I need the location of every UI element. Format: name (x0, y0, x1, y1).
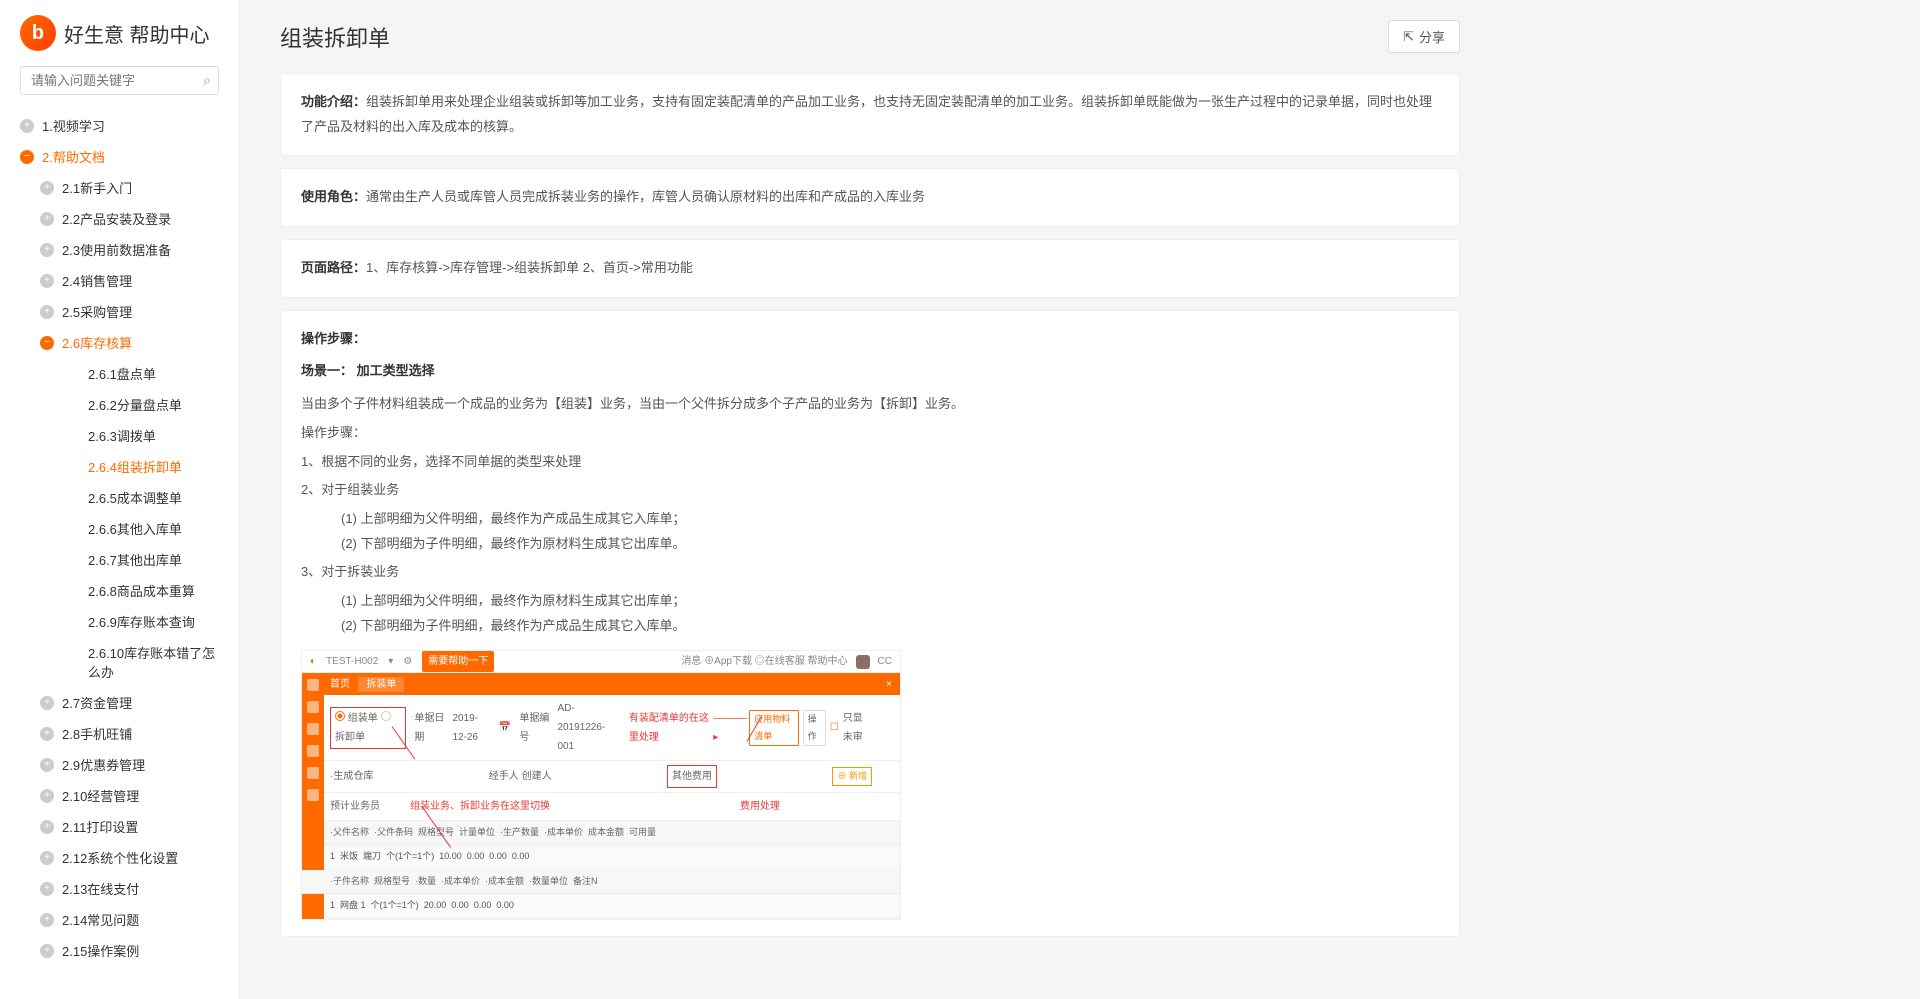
nav-266[interactable]: 2.6.6其他入库单 (70, 513, 229, 544)
step-3-1: (1) 上部明细为父件明细，最终作为原材料生成其它出库单； (301, 589, 1439, 614)
nav-menu: +1.视频学习 −2.帮助文档 +2.1新手入门 +2.2产品安装及登录 +2.… (0, 110, 239, 966)
ss-child-row1: 1 网盘 1 个(1个=1个) 20.00 0.00 0.00 0.00 (302, 894, 900, 918)
ss-parent-row: 1 米饭 端刀 个(1个=1个) 10.00 0.00 0.00 0.00 (302, 845, 900, 869)
step-2: 2、对于组装业务 (301, 478, 1439, 503)
nav-261[interactable]: 2.6.1盘点单 (70, 358, 229, 389)
nav-269[interactable]: 2.6.9库存账本查询 (70, 606, 229, 637)
plus-icon: + (40, 696, 54, 710)
ss-tabs: 首页 拆装单 × (302, 673, 900, 695)
minus-icon: − (40, 336, 54, 350)
plus-icon: + (40, 305, 54, 319)
step-2-1: (1) 上部明细为父件明细，最终作为产成品生成其它入库单； (301, 507, 1439, 532)
nav-2610[interactable]: 2.6.10库存账本错了怎么办 (70, 637, 229, 687)
logo-icon: b (20, 15, 56, 51)
role-card: 使用角色：通常由生产人员或库管人员完成拆装业务的操作，库管人员确认原材料的出库和… (280, 168, 1460, 227)
page-title: 组装拆卸单 (280, 21, 390, 53)
nav-265[interactable]: 2.6.5成本调整单 (70, 482, 229, 513)
embedded-screenshot: ◐ TEST-H002 ▾⚙ 需要帮助一下 消息 ⊕App下载 ◎在线客服 帮助… (301, 650, 901, 920)
page-header: 组装拆卸单 ⇱ 分享 (280, 20, 1460, 53)
plus-icon: + (40, 851, 54, 865)
ss-form-row3: 预计业务员 组装业务、拆卸业务在这里切换 费用处理 (302, 793, 900, 821)
plus-icon: + (20, 119, 34, 133)
logo: b 好生意 帮助中心 (0, 15, 239, 66)
plus-icon: + (40, 181, 54, 195)
path-card: 页面路径：1、库存核算->库存管理->组装拆卸单 2、首页->常用功能 (280, 239, 1460, 298)
search-input[interactable] (20, 66, 219, 95)
plus-icon: + (40, 243, 54, 257)
nav-263[interactable]: 2.6.3调拨单 (70, 420, 229, 451)
plus-icon: + (40, 913, 54, 927)
step-3: 3、对于拆装业务 (301, 560, 1439, 585)
plus-icon: + (40, 758, 54, 772)
sidebar: b 好生意 帮助中心 ⌕ +1.视频学习 −2.帮助文档 +2.1新手入门 +2… (0, 0, 240, 999)
step-3-2: (2) 下部明细为子件明细，最终作为产成品生成其它入库单。 (301, 614, 1439, 639)
share-icon: ⇱ (1403, 29, 1414, 45)
nav-system[interactable]: +2.12系统个性化设置 (30, 842, 229, 873)
nav-inventory[interactable]: −2.6库存核算 (30, 327, 229, 358)
ss-form-row2: ·生成仓库 经手人 创建人 其他费用 ⊕ 新增 (302, 761, 900, 793)
intro-label: 功能介绍： (301, 94, 366, 109)
share-button[interactable]: ⇱ 分享 (1388, 20, 1460, 53)
nav-business[interactable]: +2.10经营管理 (30, 780, 229, 811)
path-label: 页面路径： (301, 260, 366, 275)
steps-title: 操作步骤： (301, 327, 1439, 352)
nav-cases[interactable]: +2.15操作案例 (30, 935, 229, 966)
steps-label: 操作步骤： (301, 421, 1439, 446)
nav-print[interactable]: +2.11打印设置 (30, 811, 229, 842)
nav-268[interactable]: 2.6.8商品成本重算 (70, 575, 229, 606)
nav-install[interactable]: +2.2产品安装及登录 (30, 203, 229, 234)
path-text: 1、库存核算->库存管理->组装拆卸单 2、首页->常用功能 (366, 260, 693, 275)
plus-icon: + (40, 727, 54, 741)
search-box: ⌕ (20, 66, 219, 95)
scene1-desc: 当由多个子件材料组装成一个成品的业务为【组装】业务，当由一个父件拆分成多个子产品… (301, 392, 1439, 417)
logo-text: 好生意 帮助中心 (64, 19, 210, 48)
role-text: 通常由生产人员或库管人员完成拆装业务的操作，库管人员确认原材料的出库和产成品的入… (366, 189, 925, 204)
step-2-2: (2) 下部明细为子件明细，最终作为原材料生成其它出库单。 (301, 532, 1439, 557)
nav-262[interactable]: 2.6.2分量盘点单 (70, 389, 229, 420)
search-icon[interactable]: ⌕ (203, 72, 211, 89)
scene1-title: 场景一： 加工类型选择 (301, 359, 1439, 384)
nav-267[interactable]: 2.6.7其他出库单 (70, 544, 229, 575)
steps-card: 操作步骤： 场景一： 加工类型选择 当由多个子件材料组装成一个成品的业务为【组装… (280, 310, 1460, 938)
nav-beginner[interactable]: +2.1新手入门 (30, 172, 229, 203)
step-1: 1、根据不同的业务，选择不同单据的类型来处理 (301, 450, 1439, 475)
plus-icon: + (40, 212, 54, 226)
main-content: 组装拆卸单 ⇱ 分享 功能介绍：组装拆卸单用来处理企业组装或拆卸等加工业务，支持… (240, 0, 1500, 999)
nav-sales[interactable]: +2.4销售管理 (30, 265, 229, 296)
ss-topbar: ◐ TEST-H002 ▾⚙ 需要帮助一下 消息 ⊕App下载 ◎在线客服 帮助… (302, 651, 900, 673)
nav-data-prep[interactable]: +2.3使用前数据准备 (30, 234, 229, 265)
ss-child-row2: 2 网盘 2 个(1个=1个) 30.00 0.00 0.00 0.00 (302, 918, 900, 921)
plus-icon: + (40, 882, 54, 896)
nav-mobile[interactable]: +2.8手机旺铺 (30, 718, 229, 749)
plus-icon: + (40, 789, 54, 803)
nav-help-docs[interactable]: −2.帮助文档 (10, 141, 229, 172)
nav-purchase[interactable]: +2.5采购管理 (30, 296, 229, 327)
plus-icon: + (40, 820, 54, 834)
nav-funds[interactable]: +2.7资金管理 (30, 687, 229, 718)
nav-payment[interactable]: +2.13在线支付 (30, 873, 229, 904)
intro-card: 功能介绍：组装拆卸单用来处理企业组装或拆卸等加工业务，支持有固定装配清单的产品加… (280, 73, 1460, 156)
intro-text: 组装拆卸单用来处理企业组装或拆卸等加工业务，支持有固定装配清单的产品加工业务，也… (301, 94, 1432, 134)
plus-icon: + (40, 274, 54, 288)
nav-264-assembly[interactable]: 2.6.4组装拆卸单 (70, 451, 229, 482)
minus-icon: − (20, 150, 34, 164)
ss-parent-header: ·父件名称 ·父件条码 规格型号 计量单位 ·生产数量 ·成本单价 成本金额 可… (302, 821, 900, 845)
nav-faq[interactable]: +2.14常见问题 (30, 904, 229, 935)
plus-icon: + (40, 944, 54, 958)
nav-coupon[interactable]: +2.9优惠券管理 (30, 749, 229, 780)
nav-video-learning[interactable]: +1.视频学习 (10, 110, 229, 141)
ss-child-header: ·子件名称 规格型号 ·数量 ·成本单价 ·成本金额 ·数量单位 备注N (302, 870, 900, 894)
role-label: 使用角色： (301, 189, 366, 204)
